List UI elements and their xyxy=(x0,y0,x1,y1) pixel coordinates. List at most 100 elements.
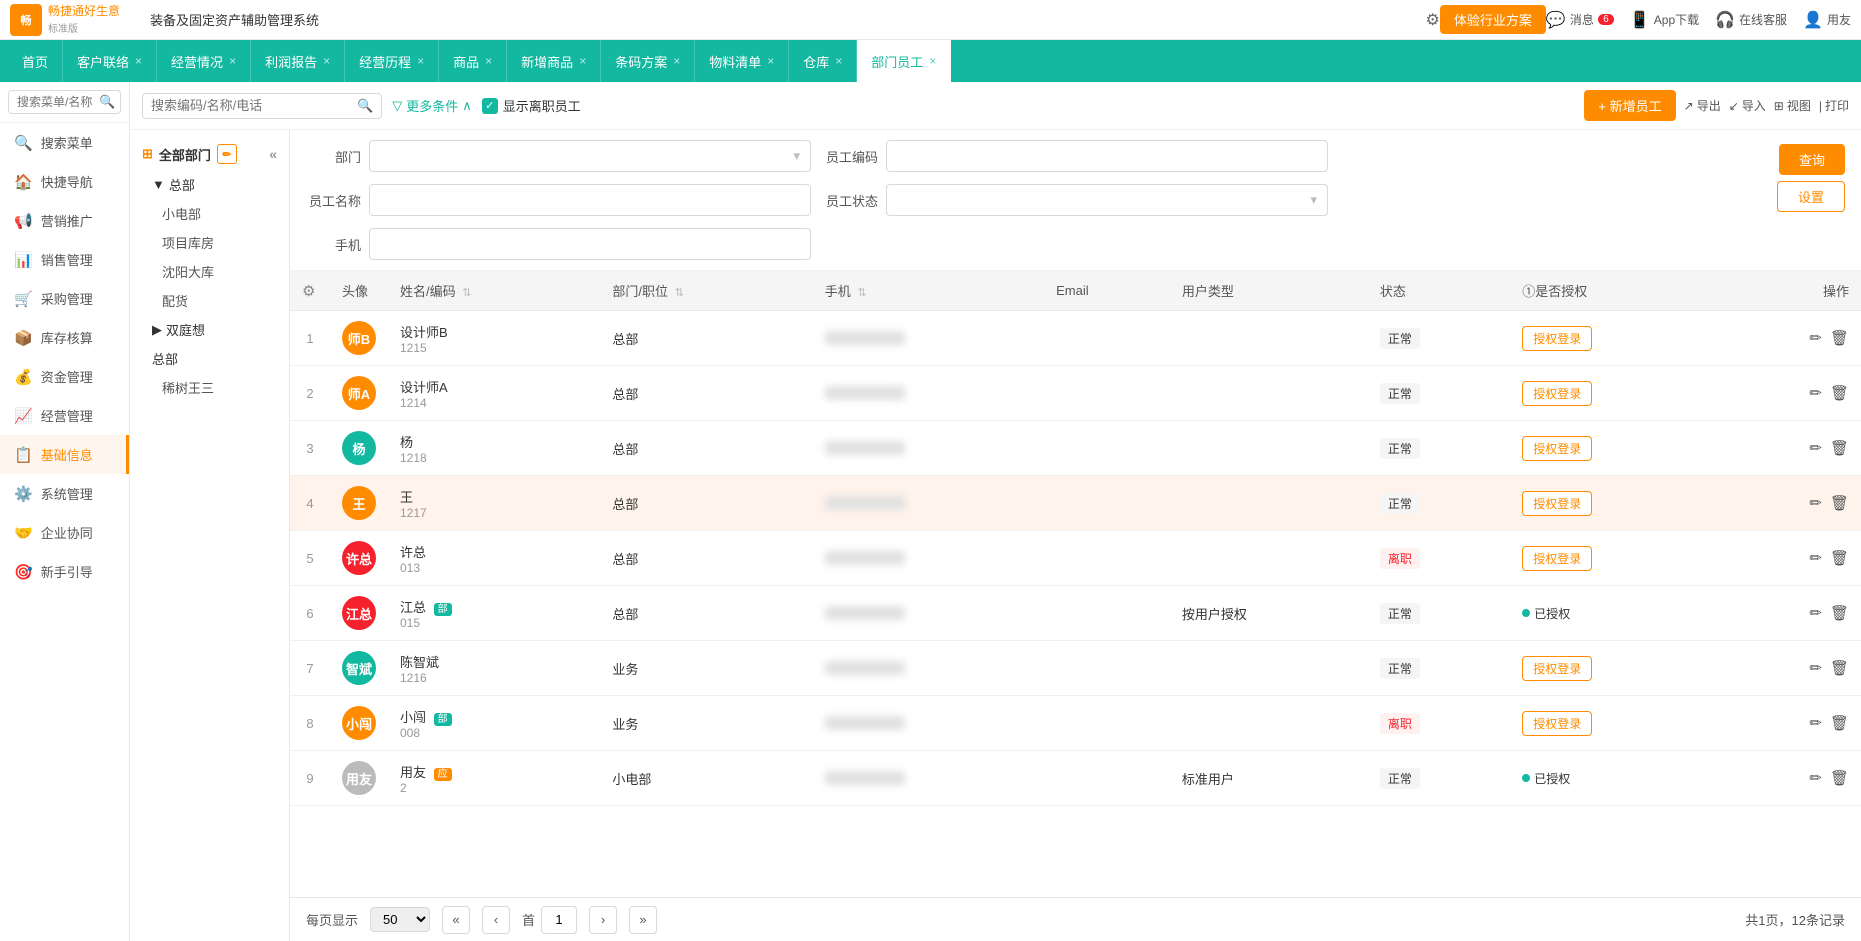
close-icon[interactable]: × xyxy=(929,54,936,68)
search-input[interactable] xyxy=(151,98,351,113)
tab-operations[interactable]: 经营情况 × xyxy=(157,40,251,82)
last-page-btn[interactable]: » xyxy=(629,906,657,934)
edit-btn[interactable]: ✏ xyxy=(1809,714,1822,732)
auth-login-btn[interactable]: 授权登录 xyxy=(1522,381,1592,406)
auth-login-btn[interactable]: 授权登录 xyxy=(1522,436,1592,461)
sidebar-item-search[interactable]: 🔍 搜索菜单 xyxy=(0,123,129,162)
app-download-btn[interactable]: 📱 App下载 xyxy=(1630,10,1699,30)
edit-btn[interactable]: ✏ xyxy=(1809,604,1822,622)
dept-edit-btn[interactable]: ✏ xyxy=(217,144,237,164)
delete-btn[interactable]: 🗑 xyxy=(1830,329,1849,347)
messages-btn[interactable]: 💬 消息 6 xyxy=(1546,10,1614,30)
dept-node-small-elec[interactable]: 小电部 xyxy=(146,199,281,228)
dept-collapse-btn[interactable]: « xyxy=(269,146,277,162)
sidebar-item-purchase[interactable]: 🛒 采购管理 xyxy=(0,279,129,318)
print-btn[interactable]: | 打印 xyxy=(1819,97,1849,114)
tab-customer[interactable]: 客户联络 × xyxy=(63,40,157,82)
sidebar-item-finance[interactable]: 💰 资金管理 xyxy=(0,357,129,396)
delete-btn[interactable]: 🗑 xyxy=(1830,384,1849,402)
edit-btn[interactable]: ✏ xyxy=(1809,439,1822,457)
close-icon[interactable]: × xyxy=(673,54,680,68)
auth-login-btn[interactable]: 授权登录 xyxy=(1522,326,1592,351)
close-icon[interactable]: × xyxy=(135,54,142,68)
edit-btn[interactable]: ✏ xyxy=(1809,494,1822,512)
edit-btn[interactable]: ✏ xyxy=(1809,769,1822,787)
auth-login-btn[interactable]: 授权登录 xyxy=(1522,546,1592,571)
view-btn[interactable]: ⊞ 视图 xyxy=(1774,97,1811,114)
sidebar-item-guide[interactable]: 🎯 新手引导 xyxy=(0,552,129,591)
sidebar-item-sales[interactable]: 📊 销售管理 xyxy=(0,240,129,279)
sidebar-item-marketing[interactable]: 📢 营销推广 xyxy=(0,201,129,240)
prev-page-btn[interactable]: ‹ xyxy=(482,906,510,934)
sidebar-item-basic-info[interactable]: 📋 基础信息 xyxy=(0,435,129,474)
page-input[interactable] xyxy=(541,906,577,934)
more-filter-btn[interactable]: ▽ 更多条件 ∧ xyxy=(392,96,472,115)
dept-node-general[interactable]: ▼ 总部 xyxy=(146,170,281,199)
export-btn[interactable]: ↗ 导出 xyxy=(1684,97,1721,114)
reset-btn[interactable]: 设置 xyxy=(1777,181,1845,212)
dept-node-xishu[interactable]: 稀树王三 xyxy=(146,373,281,402)
query-btn[interactable]: 查询 xyxy=(1779,144,1845,175)
close-icon[interactable]: × xyxy=(767,54,774,68)
edit-btn[interactable]: ✏ xyxy=(1809,329,1822,347)
auth-login-btn[interactable]: 授权登录 xyxy=(1522,656,1592,681)
phone-input[interactable] xyxy=(369,228,811,260)
add-employee-btn[interactable]: + 新增员工 xyxy=(1584,90,1675,121)
auth-login-btn[interactable]: 授权登录 xyxy=(1522,711,1592,736)
status-filter-select[interactable]: ▾ xyxy=(886,184,1328,216)
close-icon[interactable]: × xyxy=(323,54,330,68)
gear-icon[interactable]: ⚙ xyxy=(1426,10,1440,30)
filter-row-name: 员工名称 xyxy=(306,184,811,216)
delete-btn[interactable]: 🗑 xyxy=(1830,549,1849,567)
dept-node-zongbu[interactable]: 总部 xyxy=(146,344,281,373)
auth-login-btn[interactable]: 授权登录 xyxy=(1522,491,1592,516)
close-icon[interactable]: × xyxy=(417,54,424,68)
tab-bom[interactable]: 物料清单 × xyxy=(695,40,789,82)
close-icon[interactable]: × xyxy=(485,54,492,68)
edit-btn[interactable]: ✏ xyxy=(1809,549,1822,567)
sort-phone-icon[interactable]: ⇅ xyxy=(857,287,866,299)
next-page-btn[interactable]: › xyxy=(589,906,617,934)
tab-history[interactable]: 经营历程 × xyxy=(345,40,439,82)
show-inactive-checkbox[interactable]: ✓ 显示离职员工 xyxy=(482,96,581,115)
user-btn[interactable]: 👤 用友 xyxy=(1803,10,1851,30)
sort-dept-icon[interactable]: ⇅ xyxy=(675,287,684,299)
tab-profit[interactable]: 利润报告 × xyxy=(251,40,345,82)
first-page-btn[interactable]: « xyxy=(442,906,470,934)
tab-new-goods[interactable]: 新增商品 × xyxy=(507,40,601,82)
tab-warehouse[interactable]: 仓库 × xyxy=(789,40,857,82)
edit-btn[interactable]: ✏ xyxy=(1809,384,1822,402)
sidebar-item-nav[interactable]: 🏠 快捷导航 xyxy=(0,162,129,201)
delete-btn[interactable]: 🗑 xyxy=(1830,494,1849,512)
dept-node-distribution[interactable]: 配货 xyxy=(146,286,281,315)
dept-node-shuangtingxiang[interactable]: ▶ 双庭想 xyxy=(146,315,281,344)
close-icon[interactable]: × xyxy=(229,54,236,68)
online-service-btn[interactable]: 🎧 在线客服 xyxy=(1715,10,1787,30)
sidebar-item-system[interactable]: ⚙️ 系统管理 xyxy=(0,474,129,513)
tab-home[interactable]: 首页 xyxy=(8,40,63,82)
try-btn[interactable]: 体验行业方案 xyxy=(1440,5,1546,34)
sort-name-icon[interactable]: ⇅ xyxy=(462,287,471,299)
emp-code-input[interactable] xyxy=(886,140,1328,172)
dept-filter-select[interactable]: ▾ xyxy=(369,140,811,172)
delete-btn[interactable]: 🗑 xyxy=(1830,439,1849,457)
dept-node-proj-room[interactable]: 项目库房 xyxy=(146,228,281,257)
per-page-select[interactable]: 50 20 100 xyxy=(370,907,430,932)
tab-barcode[interactable]: 条码方案 × xyxy=(601,40,695,82)
sidebar-item-operations[interactable]: 📈 经营管理 xyxy=(0,396,129,435)
sidebar-item-inventory[interactable]: 📦 库存核算 xyxy=(0,318,129,357)
sidebar-item-collab[interactable]: 🤝 企业协同 xyxy=(0,513,129,552)
import-btn[interactable]: ↙ 导入 xyxy=(1729,97,1766,114)
delete-btn[interactable]: 🗑 xyxy=(1830,769,1849,787)
emp-name-input[interactable] xyxy=(369,184,811,216)
dept-node-shenyang[interactable]: 沈阳大库 xyxy=(146,257,281,286)
edit-btn[interactable]: ✏ xyxy=(1809,659,1822,677)
delete-btn[interactable]: 🗑 xyxy=(1830,604,1849,622)
settings-icon[interactable]: ⚙ xyxy=(302,283,315,300)
close-icon[interactable]: × xyxy=(579,54,586,68)
delete-btn[interactable]: 🗑 xyxy=(1830,659,1849,677)
delete-btn[interactable]: 🗑 xyxy=(1830,714,1849,732)
tab-goods[interactable]: 商品 × xyxy=(439,40,507,82)
close-icon[interactable]: × xyxy=(835,54,842,68)
tab-employees[interactable]: 部门员工 × xyxy=(857,40,951,82)
